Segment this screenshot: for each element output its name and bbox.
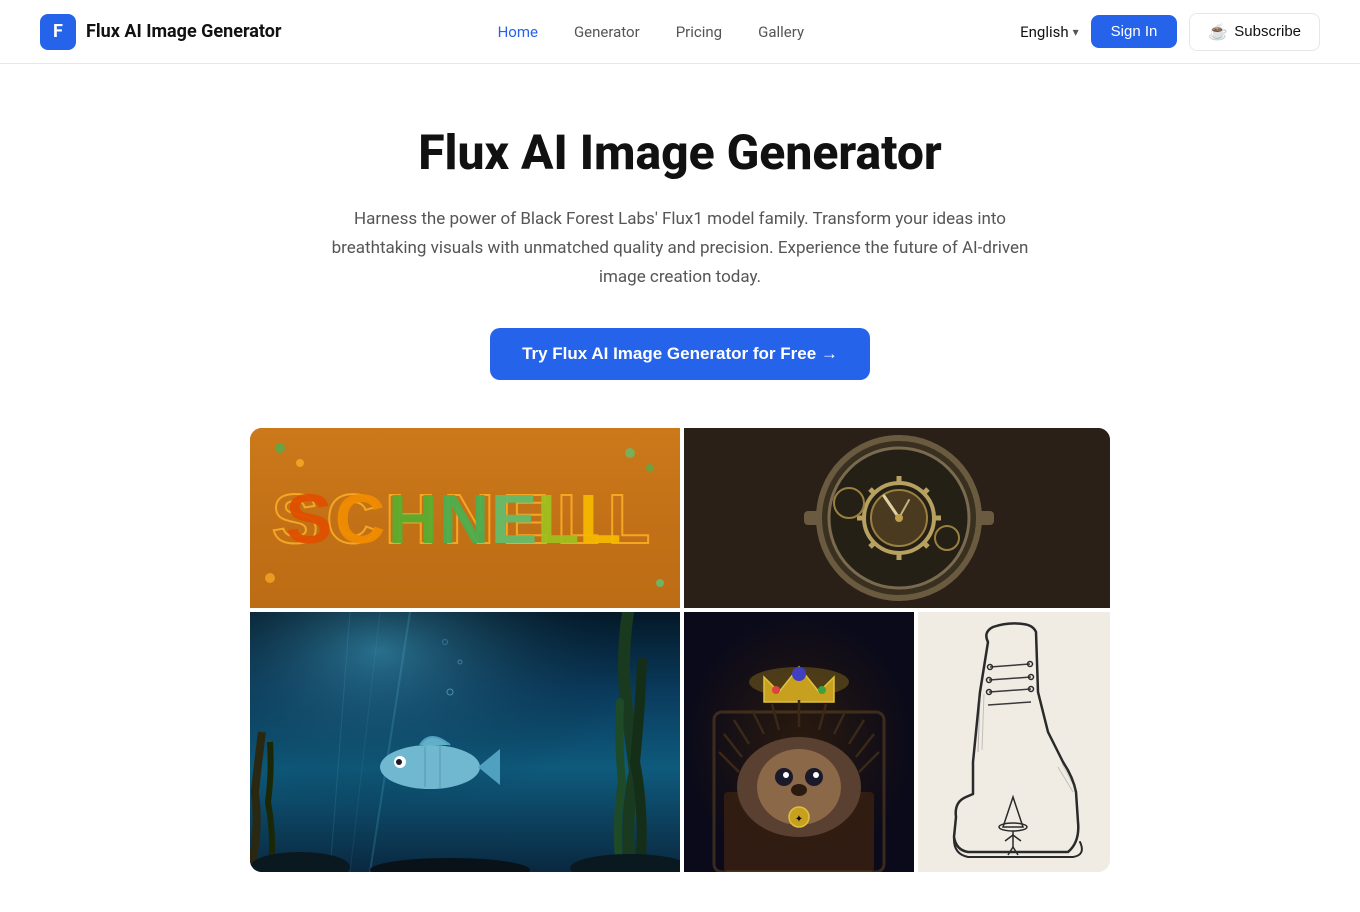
subscribe-button[interactable]: ☕ Subscribe (1189, 13, 1320, 51)
brand-name[interactable]: Flux AI Image Generator (86, 21, 282, 42)
subscribe-label: Subscribe (1234, 23, 1301, 40)
gallery-image-hedgehog: ✦ (684, 612, 914, 872)
navbar: F Flux AI Image Generator Home Generator… (0, 0, 1360, 64)
hero-description: Harness the power of Black Forest Labs' … (320, 205, 1040, 292)
nav-link-home[interactable]: Home (498, 23, 538, 41)
svg-text:S: S (286, 480, 333, 558)
nav-brand-group: F Flux AI Image Generator (40, 14, 282, 50)
coffee-icon: ☕ (1208, 22, 1228, 42)
hero-title: Flux AI Image Generator (418, 124, 942, 181)
svg-text:✦: ✦ (795, 814, 803, 825)
svg-text:L: L (579, 480, 622, 558)
nav-link-gallery[interactable]: Gallery (758, 23, 804, 41)
svg-text:E: E (491, 480, 538, 558)
cta-button[interactable]: Try Flux AI Image Generator for Free → (490, 328, 870, 380)
nav-links: Home Generator Pricing Gallery (498, 23, 804, 41)
gallery-bottom-row: ✦ (250, 612, 1110, 872)
gallery-image-schnell: SCHNELL S C H N E L L (250, 428, 680, 608)
brand-logo-icon: F (40, 14, 76, 50)
nav-link-generator[interactable]: Generator (574, 23, 640, 41)
language-selector[interactable]: English ▾ (1020, 23, 1079, 41)
svg-text:L: L (537, 480, 580, 558)
nav-link-pricing[interactable]: Pricing (676, 23, 722, 41)
gallery-image-underwater (250, 612, 680, 872)
signin-button[interactable]: Sign In (1091, 15, 1178, 48)
gallery-grid: SCHNELL S C H N E L L (250, 428, 1110, 872)
gallery-image-sketch-boot (918, 612, 1110, 872)
gallery-image-watch (684, 428, 1110, 608)
nav-actions: English ▾ Sign In ☕ Subscribe (1020, 13, 1320, 51)
svg-text:N: N (439, 480, 490, 558)
hero-section: Flux AI Image Generator Harness the powe… (0, 64, 1360, 912)
chevron-down-icon: ▾ (1073, 25, 1079, 39)
language-label: English (1020, 23, 1069, 41)
svg-text:H: H (388, 480, 439, 558)
svg-text:C: C (335, 480, 386, 558)
